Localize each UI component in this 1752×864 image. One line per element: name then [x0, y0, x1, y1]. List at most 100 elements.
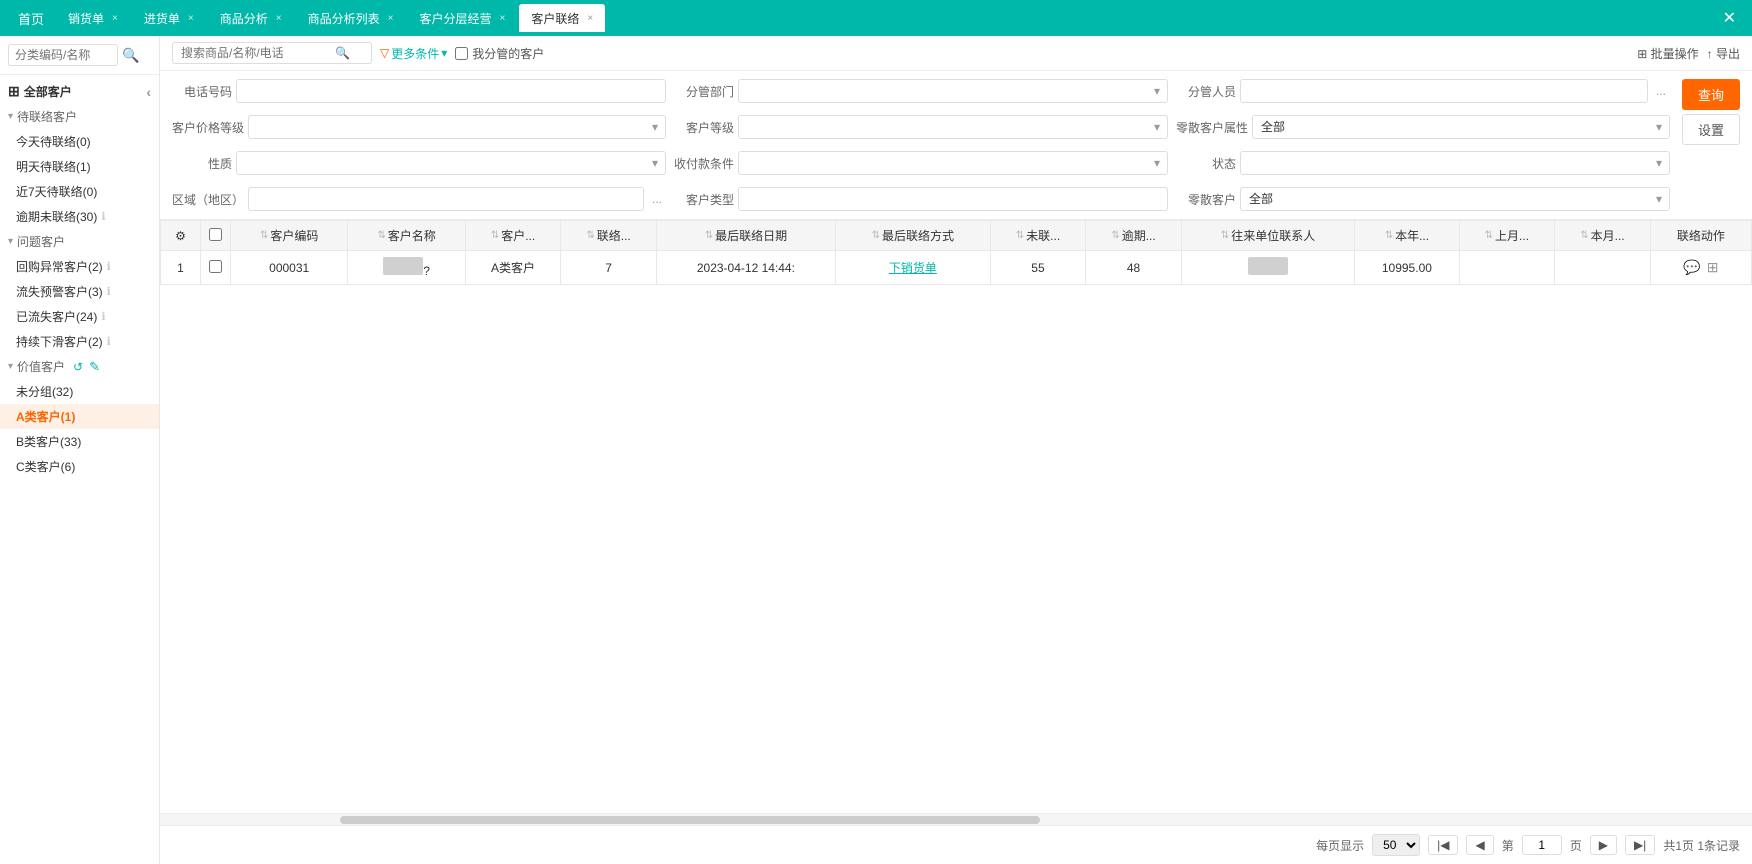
- sidebar-item-ungrouped[interactable]: 未分组(32): [0, 379, 159, 404]
- close-icon[interactable]: ×: [276, 13, 282, 24]
- info-icon[interactable]: ℹ: [101, 210, 105, 223]
- close-icon[interactable]: ×: [587, 13, 593, 24]
- ellipsis-icon[interactable]: ...: [648, 192, 666, 206]
- filter-btn-group: 查询 设置: [1682, 79, 1740, 145]
- next-page-btn[interactable]: ▶: [1590, 835, 1617, 855]
- scrollbar-thumb[interactable]: [340, 816, 1040, 824]
- my-customer-checkbox[interactable]: 我分管的客户: [455, 45, 544, 62]
- refresh-icon[interactable]: ↺: [73, 360, 83, 374]
- filter-person-field: 分管人员 ...: [1176, 79, 1670, 103]
- setting-button[interactable]: 设置: [1682, 114, 1740, 145]
- close-icon[interactable]: ×: [499, 13, 505, 24]
- page-input[interactable]: [1522, 835, 1562, 855]
- price-level-select-wrapper: [248, 115, 666, 139]
- sidebar-item-today[interactable]: 今天待联络(0): [0, 129, 159, 154]
- row-select-checkbox[interactable]: [209, 260, 222, 273]
- sidebar-section-problem[interactable]: ▾ 问题客户: [0, 229, 159, 254]
- info-icon[interactable]: ℹ: [101, 310, 105, 323]
- nav-tab-purchase[interactable]: 进货单 ×: [132, 4, 206, 32]
- payment-select[interactable]: [738, 151, 1168, 175]
- window-close-icon[interactable]: ✕: [1715, 8, 1744, 28]
- sidebar-item-class-b[interactable]: B类客户(33): [0, 429, 159, 454]
- filter-row-2: 客户价格等级 客户等级 零散客户属性: [172, 115, 1670, 139]
- area-input[interactable]: [248, 187, 644, 211]
- arrow-down-icon: ▾: [8, 236, 13, 247]
- info-icon[interactable]: ℹ: [107, 335, 111, 348]
- retail-customer-select[interactable]: 全部: [1240, 187, 1670, 211]
- last-method-link[interactable]: 下销货单: [889, 261, 937, 275]
- export-btn[interactable]: ↑ 导出: [1707, 45, 1740, 62]
- more-filter-btn[interactable]: ▽ 更多条件 ▾: [380, 45, 447, 62]
- sidebar-section-pending[interactable]: ▾ 待联络客户: [0, 104, 159, 129]
- sort-icon: ⇅: [1580, 230, 1588, 241]
- close-icon[interactable]: ×: [388, 13, 394, 24]
- tab-label: 进货单: [144, 10, 180, 27]
- nav-tab-analysis-list[interactable]: 商品分析列表 ×: [296, 4, 406, 32]
- sidebar-item-class-a[interactable]: A类客户(1): [0, 404, 159, 429]
- sidebar-search-icon[interactable]: 🔍: [122, 47, 139, 64]
- sidebar-item-repurchase-abnormal[interactable]: 回购异常客户(2) ℹ: [0, 254, 159, 279]
- row-last-month: [1459, 251, 1555, 285]
- col-checkbox[interactable]: [201, 221, 231, 251]
- select-all-checkbox[interactable]: [209, 228, 222, 241]
- info-icon[interactable]: ℹ: [107, 260, 111, 273]
- status-select[interactable]: [1240, 151, 1670, 175]
- sidebar-collapse-icon[interactable]: ‹: [146, 84, 151, 100]
- close-icon[interactable]: ×: [112, 13, 118, 24]
- retail-attr-select[interactable]: 全部: [1252, 115, 1670, 139]
- sidebar-all-customers[interactable]: ⊞ 全部客户 ‹: [0, 75, 159, 104]
- nav-tab-analysis[interactable]: 商品分析 ×: [208, 4, 294, 32]
- sidebar-search-input[interactable]: [8, 44, 118, 66]
- sidebar-item-churn-warning[interactable]: 流失预警客户(3) ℹ: [0, 279, 159, 304]
- col-type: ⇅ 客户...: [465, 221, 561, 251]
- content-area: 🔍 ▽ 更多条件 ▾ 我分管的客户 ⊞ 批量操作 ↑ 导出: [160, 36, 1752, 864]
- person-label: 分管人员: [1176, 83, 1236, 100]
- horizontal-scrollbar[interactable]: [160, 813, 1752, 825]
- customer-level-select[interactable]: [738, 115, 1168, 139]
- name-block: [383, 257, 423, 275]
- phone-input[interactable]: [236, 79, 666, 103]
- ellipsis-icon[interactable]: ...: [1652, 84, 1670, 98]
- retail-customer-select-wrapper: 全部: [1240, 187, 1670, 211]
- qr-icon[interactable]: ⊞: [1707, 259, 1719, 276]
- sidebar-section-value[interactable]: ▾ 价值客户 ↺ ✎: [0, 354, 159, 379]
- sidebar-item-class-c[interactable]: C类客户(6): [0, 454, 159, 479]
- nav-home[interactable]: 首页: [8, 9, 54, 28]
- nature-select[interactable]: [236, 151, 666, 175]
- my-customer-check[interactable]: [455, 47, 468, 60]
- price-level-select[interactable]: [248, 115, 666, 139]
- row-this-year: 10995.00: [1355, 251, 1459, 285]
- customer-type-input[interactable]: [738, 187, 1168, 211]
- sidebar-item-churned[interactable]: 已流失客户(24) ℹ: [0, 304, 159, 329]
- filter-row-3: 性质 收付款条件 状态: [172, 151, 1670, 175]
- message-icon[interactable]: 💬: [1683, 259, 1700, 276]
- per-page-select[interactable]: 50: [1372, 834, 1420, 856]
- sidebar-item-declining[interactable]: 持续下滑客户(2) ℹ: [0, 329, 159, 354]
- last-page-btn[interactable]: ▶|: [1625, 835, 1655, 855]
- col-settings[interactable]: ⚙: [161, 221, 201, 251]
- query-button[interactable]: 查询: [1682, 79, 1740, 110]
- sidebar-item-7days[interactable]: 近7天待联络(0): [0, 179, 159, 204]
- col-action: 联络动作: [1650, 221, 1751, 251]
- search-icon[interactable]: 🔍: [335, 46, 350, 60]
- row-checkbox[interactable]: [201, 251, 231, 285]
- nav-tab-sales[interactable]: 销货单 ×: [56, 4, 130, 32]
- search-input[interactable]: [181, 46, 331, 60]
- dept-select[interactable]: [738, 79, 1168, 103]
- nav-tab-customer-tier[interactable]: 客户分层经营 ×: [407, 4, 517, 32]
- per-page-label: 每页显示: [1316, 837, 1364, 854]
- sidebar-item-tomorrow[interactable]: 明天待联络(1): [0, 154, 159, 179]
- person-input[interactable]: [1240, 79, 1648, 103]
- prev-page-btn[interactable]: ◀: [1466, 835, 1493, 855]
- settings-icon[interactable]: ⚙: [175, 229, 186, 243]
- edit-icon[interactable]: ✎: [89, 359, 100, 375]
- filter-dept-field: 分管部门: [674, 79, 1168, 103]
- retail-customer-label: 零散客户: [1176, 191, 1236, 208]
- chevron-down-icon: ▾: [441, 46, 447, 60]
- first-page-btn[interactable]: |◀: [1428, 835, 1458, 855]
- info-icon[interactable]: ℹ: [107, 285, 111, 298]
- batch-operation-btn[interactable]: ⊞ 批量操作: [1637, 45, 1698, 62]
- close-icon[interactable]: ×: [188, 13, 194, 24]
- sidebar-item-overdue[interactable]: 逾期未联络(30) ℹ: [0, 204, 159, 229]
- nav-tab-customer-contact[interactable]: 客户联络 ×: [519, 4, 605, 32]
